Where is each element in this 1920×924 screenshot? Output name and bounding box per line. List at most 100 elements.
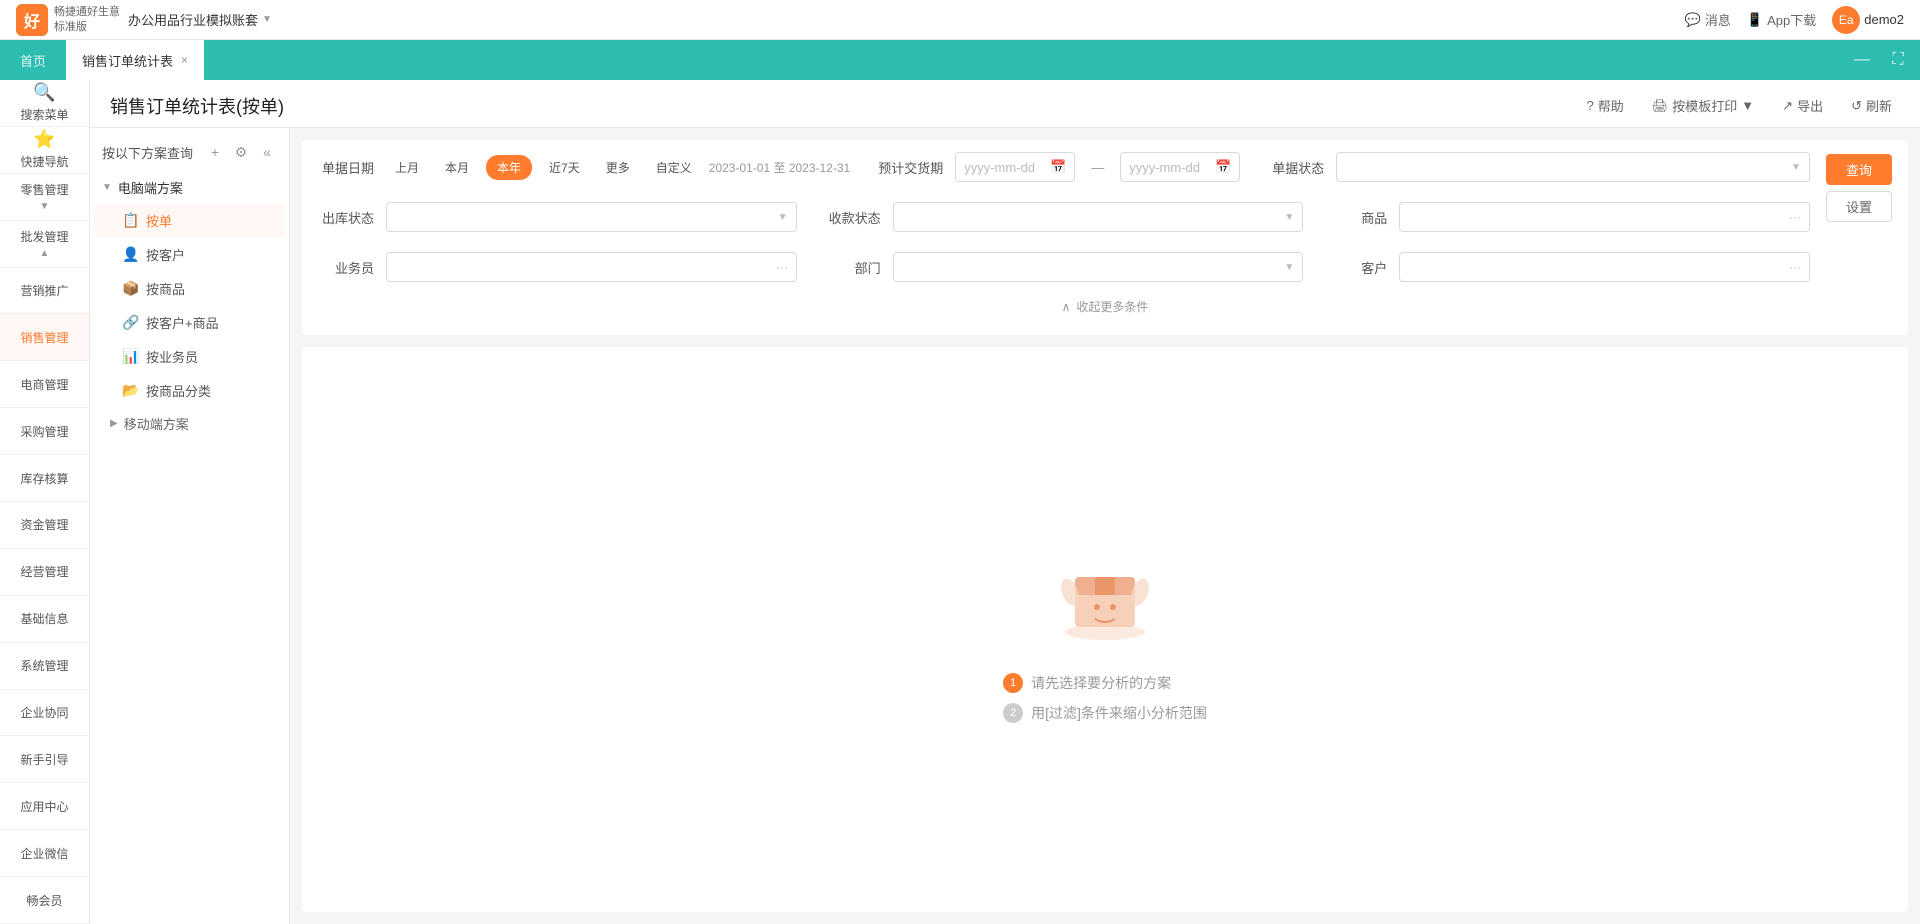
add-scheme-button[interactable]: + [205,142,225,162]
sidebar-item-system[interactable]: 系统管理 [0,643,89,690]
scheme-item-by-customer-goods[interactable]: 🔗 按客户+商品 [94,306,285,339]
quick-nav-icon: ⭐ [33,129,55,150]
filter-row-status: 出库状态 ▼ 收款状态 ▼ 商品 [318,202,1810,232]
refresh-icon: ↺ [1851,98,1862,114]
action-buttons: 查询 设置 [1826,152,1892,222]
app-download-button[interactable]: 📱 App下载 [1747,10,1816,29]
goods-input-field[interactable] [1408,210,1789,225]
calendar-icon: 📅 [1050,159,1066,175]
collapse-panel-button[interactable]: « [257,142,277,162]
department-dropdown-icon: ▼ [1284,262,1294,273]
template-print-button[interactable]: 🖨 按模板打印 ▼ [1644,92,1762,119]
refresh-button[interactable]: ↺ 刷新 [1843,92,1900,119]
date-btn-this-year[interactable]: 本年 [486,155,532,180]
sidebar-item-purchase[interactable]: 采购管理 [0,408,89,455]
sidebar: 🔍 搜索菜单 ⭐ 快捷导航 零售管理 ▼ 批发管理 ▲ 营销推广 销售管理 电商… [0,80,90,924]
date-btn-custom[interactable]: 自定义 [647,154,701,181]
logo-text: 畅捷通好生意 标准版 [54,5,120,34]
tab-close-button[interactable]: × [181,53,188,67]
bill-status-dropdown-icon: ▼ [1791,162,1801,173]
scheme-item-by-order[interactable]: 📋 按单 [94,204,285,237]
user-menu[interactable]: Ea demo2 [1832,6,1904,34]
content-area: 销售订单统计表(按单) ? 帮助 🖨 按模板打印 ▼ ↗ 导出 ↺ 刷新 [90,80,1920,924]
sidebar-item-marketing[interactable]: 营销推广 [0,268,89,315]
page-title: 销售订单统计表(按单) [110,93,284,119]
maximize-button[interactable]: ⛶ [1884,46,1912,74]
sidebar-item-enterprise-collab[interactable]: 企业协同 [0,690,89,737]
tab-home[interactable]: 首页 [0,40,66,80]
customer-more-icon[interactable]: ··· [1789,260,1801,274]
sidebar-item-app-center[interactable]: 应用中心 [0,783,89,830]
collapse-filters-button[interactable]: ∧ 收起更多条件 [318,290,1892,323]
pc-scheme-group: ▼ 电脑端方案 📋 按单 👤 按客户 📦 按商品 [90,172,289,407]
search-button[interactable]: 查询 [1826,154,1892,185]
salesperson-input-field[interactable] [395,260,776,275]
sidebar-item-quick-nav[interactable]: ⭐ 快捷导航 [0,127,89,174]
empty-step-2: 2 用[过滤]条件来缩小分析范围 [1003,703,1207,723]
chevron-up-icon: ▲ [40,248,50,259]
topbar-title[interactable]: 办公用品行业模拟账套 ▼ [128,10,272,29]
sidebar-item-enterprise-wechat[interactable]: 企业微信 [0,830,89,877]
customer-input[interactable]: ··· [1399,252,1810,282]
collapse-icon: ∧ [1062,300,1071,314]
mobile-scheme-group-header[interactable]: ▶ 移动端方案 [90,408,289,439]
sidebar-item-inventory[interactable]: 库存核算 [0,455,89,502]
sidebar-item-operations[interactable]: 经营管理 [0,549,89,596]
delivery-date-from[interactable]: yyyy-mm-dd 📅 [955,152,1075,182]
salesperson-input[interactable]: ··· [386,252,797,282]
export-button[interactable]: ↗ 导出 [1774,92,1831,119]
sidebar-item-ecommerce[interactable]: 电商管理 [0,361,89,408]
sidebar-item-new-guide[interactable]: 新手引导 [0,736,89,783]
filter-row-date: 单据日期 上月 本月 本年 近7天 更多 自定义 2023-01-01 至 20… [318,152,1810,182]
customer-icon: 👤 [122,246,138,263]
scheme-item-by-customer[interactable]: 👤 按客户 [94,238,285,271]
sidebar-item-vip[interactable]: 畅会员 [0,877,89,924]
logo-icon: 好 [16,4,48,36]
calendar-icon-2: 📅 [1215,159,1231,175]
scheme-item-by-salesperson[interactable]: 📊 按业务员 [94,340,285,373]
scheme-item-by-category[interactable]: 📂 按商品分类 [94,374,285,407]
bill-status-select[interactable]: ▼ [1336,152,1810,182]
customer-input-field[interactable] [1408,260,1789,275]
department-select[interactable]: ▼ [893,252,1304,282]
scheme-settings-button[interactable]: ⚙ [231,142,251,162]
date-btn-last-month[interactable]: 上月 [386,154,428,181]
download-icon: 📱 [1747,12,1763,28]
tab-sales-order-stats[interactable]: 销售订单统计表 × [66,40,204,80]
date-btn-more[interactable]: 更多 [597,154,639,181]
goods-input[interactable]: ··· [1399,202,1810,232]
scheme-panel-header: 按以下方案查询 + ⚙ « [90,136,289,168]
sidebar-item-retail[interactable]: 零售管理 ▼ [0,174,89,221]
goods-more-icon[interactable]: ··· [1789,210,1801,224]
payment-status-select[interactable]: ▼ [893,202,1304,232]
message-button[interactable]: 💬 消息 [1685,10,1731,29]
empty-illustration [1045,537,1165,657]
date-btn-this-month[interactable]: 本月 [436,154,478,181]
sidebar-item-sales[interactable]: 销售管理 [0,314,89,361]
category-icon: 📂 [122,382,138,399]
date-btn-last7[interactable]: 近7天 [540,154,589,181]
delivery-date-to[interactable]: yyyy-mm-dd 📅 [1120,152,1240,182]
chart-icon: 📊 [122,348,138,365]
sidebar-item-finance[interactable]: 资金管理 [0,502,89,549]
print-dropdown-icon: ▼ [1741,98,1754,113]
order-icon: 📋 [122,212,138,229]
logo-area: 好 畅捷通好生意 标准版 [16,4,120,36]
sidebar-item-wholesale[interactable]: 批发管理 ▲ [0,221,89,268]
step-2-number: 2 [1003,703,1023,723]
column-settings-button[interactable]: 设置 [1826,191,1892,222]
minimize-button[interactable]: — [1848,46,1876,74]
salesperson-more-icon[interactable]: ··· [776,260,788,274]
empty-state: 1 请先选择要分析的方案 2 用[过滤]条件来缩小分析范围 [302,347,1908,912]
payment-dropdown-icon: ▼ [1284,212,1294,223]
scheme-panel: 按以下方案查询 + ⚙ « ▼ 电脑端方案 📋 按单 [90,128,290,924]
inner-layout: 按以下方案查询 + ⚙ « ▼ 电脑端方案 📋 按单 [90,128,1920,924]
pc-scheme-group-header[interactable]: ▼ 电脑端方案 [90,172,289,203]
sidebar-item-basic-info[interactable]: 基础信息 [0,596,89,643]
sidebar-item-search[interactable]: 🔍 搜索菜单 [0,80,89,127]
delivery-status-select[interactable]: ▼ [386,202,797,232]
scheme-item-by-goods[interactable]: 📦 按商品 [94,272,285,305]
print-icon: 🖨 [1652,98,1669,114]
scheme-panel-actions: + ⚙ « [205,142,277,162]
help-button[interactable]: ? 帮助 [1579,92,1632,119]
